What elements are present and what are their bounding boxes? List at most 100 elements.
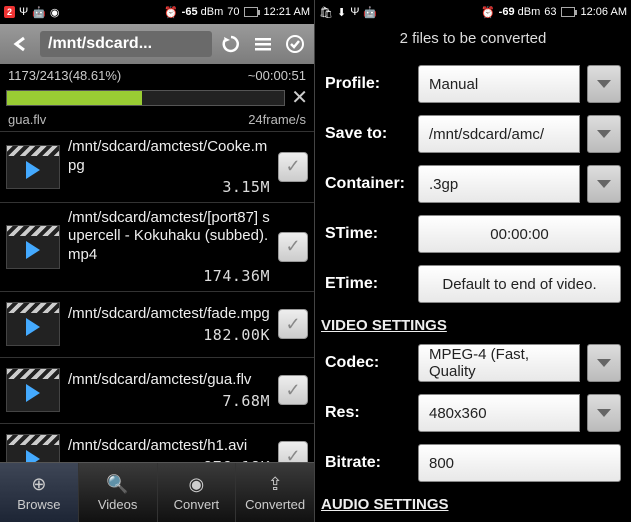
bottom-nav: ⊕ Browse 🔍 Videos ◉ Convert ⇪ Converted [0, 462, 314, 522]
toolbar: /mnt/sdcard... [0, 24, 314, 64]
label-container: Container: [325, 175, 410, 193]
list-item[interactable]: /mnt/sdcard/amctest/gua.flv 7.68M ✓ [0, 357, 314, 423]
usb-icon: Ψ [350, 6, 359, 18]
chevron-down-icon [597, 130, 611, 138]
bitrate-field[interactable]: 800 [418, 444, 621, 482]
nav-convert[interactable]: ◉ Convert [158, 463, 237, 522]
alarm-icon: ⏰ [164, 6, 178, 19]
codec-dropdown-button[interactable] [587, 344, 621, 382]
list-item[interactable]: /mnt/sdcard/amctest/[port87] supercell -… [0, 202, 314, 291]
container-select[interactable]: .3gp [418, 165, 580, 203]
file-checkbox[interactable]: ✓ [278, 375, 308, 405]
file-size: 7.68M [68, 392, 270, 410]
label-codec: Codec: [325, 354, 410, 372]
nav-converted[interactable]: ⇪ Converted [236, 463, 314, 522]
list-item[interactable]: /mnt/sdcard/amctest/fade.mpg 182.00K ✓ [0, 291, 314, 357]
convert-queue-count: 2 files to be converted [315, 24, 631, 59]
progress-bar [6, 90, 285, 106]
battery-icon [244, 7, 260, 17]
status-bar-left: 2 Ψ 🤖 ◉ ⏰ -65 dBm 70 12:21 AM [0, 0, 314, 24]
stime-field[interactable]: 00:00:00 [418, 215, 621, 253]
alarm-icon: ⏰ [481, 6, 495, 19]
converted-icon: ⇪ [268, 474, 283, 495]
res-dropdown-button[interactable] [587, 394, 621, 432]
status-bar-right: 🛍 ⬇ Ψ 🤖 ⏰ -69 dBm 63 12:06 AM [315, 0, 631, 24]
file-path: /mnt/sdcard/amctest/[port87] supercell -… [68, 209, 270, 265]
nav-label: Converted [245, 497, 305, 512]
file-checkbox[interactable]: ✓ [278, 309, 308, 339]
file-size: 3.15M [68, 178, 270, 196]
signal-dbm: -65 [182, 6, 198, 18]
video-thumb-icon [6, 302, 60, 346]
chevron-down-icon [597, 409, 611, 417]
checkmark-icon: ✓ [285, 156, 300, 177]
profile-select[interactable]: Manual [418, 65, 580, 103]
nav-label: Browse [17, 497, 60, 512]
battery-icon [561, 7, 577, 17]
progress-meta: gua.flv 24frame/s [0, 112, 314, 131]
file-size: 174.36M [68, 267, 270, 285]
etime-field[interactable]: Default to end of video. [418, 265, 621, 303]
codec-select[interactable]: MPEG-4 (Fast, Quality [418, 344, 580, 382]
sync-icon: ◉ [50, 6, 60, 19]
file-path: /mnt/sdcard/amctest/fade.mpg [68, 305, 270, 324]
progress-counter: 1173/2413(48.61%) [8, 68, 121, 83]
signal-unit: dBm [201, 6, 224, 18]
back-button[interactable] [6, 30, 34, 58]
label-res: Res: [325, 404, 410, 422]
video-thumb-icon [6, 368, 60, 412]
clock: 12:21 AM [264, 6, 310, 18]
label-profile: Profile: [325, 75, 410, 93]
current-file: gua.flv [8, 112, 46, 127]
convert-icon: ◉ [189, 474, 205, 495]
chevron-down-icon [597, 359, 611, 367]
battery-pct: 70 [227, 6, 239, 18]
refresh-button[interactable] [218, 31, 244, 57]
label-etime: ETime: [325, 275, 410, 293]
video-thumb-icon [6, 225, 60, 269]
signal-dbm: -69 [499, 6, 515, 18]
clock: 12:06 AM [581, 6, 627, 18]
notification-badge: 2 [4, 6, 15, 18]
label-saveto: Save to: [325, 125, 410, 143]
store-icon: 🛍 [319, 6, 333, 19]
progress-info: 1173/2413(48.61%) ~00:00:51 [0, 64, 314, 85]
file-list[interactable]: /mnt/sdcard/amctest/Cooke.mpg 3.15M ✓ /m… [0, 131, 314, 489]
nav-label: Convert [174, 497, 220, 512]
file-path: /mnt/sdcard/amctest/Cooke.mpg [68, 138, 270, 176]
convert-settings-screen: 🛍 ⬇ Ψ 🤖 ⏰ -69 dBm 63 12:06 AM 2 files to… [315, 0, 631, 522]
nav-label: Videos [98, 497, 138, 512]
video-thumb-icon [6, 145, 60, 189]
chevron-down-icon [597, 80, 611, 88]
saveto-dropdown-button[interactable] [587, 115, 621, 153]
res-select[interactable]: 480x360 [418, 394, 580, 432]
nav-videos[interactable]: 🔍 Videos [79, 463, 158, 522]
check-all-button[interactable] [282, 31, 308, 57]
search-icon: 🔍 [106, 474, 128, 495]
path-display[interactable]: /mnt/sdcard... [40, 31, 212, 57]
checkmark-icon: ✓ [285, 314, 300, 335]
profile-dropdown-button[interactable] [587, 65, 621, 103]
file-checkbox[interactable]: ✓ [278, 152, 308, 182]
label-bitrate: Bitrate: [325, 454, 410, 472]
android-icon: 🤖 [32, 6, 46, 19]
nav-browse[interactable]: ⊕ Browse [0, 463, 79, 522]
file-size: 182.00K [68, 326, 270, 344]
file-checkbox[interactable]: ✓ [278, 232, 308, 262]
list-item[interactable]: /mnt/sdcard/amctest/Cooke.mpg 3.15M ✓ [0, 131, 314, 202]
browse-icon: ⊕ [31, 474, 46, 495]
battery-pct: 63 [544, 6, 556, 18]
audio-settings-header: AUDIO SETTINGS [315, 488, 631, 517]
label-stime: STime: [325, 225, 410, 243]
video-settings-header: VIDEO SETTINGS [315, 309, 631, 338]
chevron-down-icon [597, 180, 611, 188]
saveto-field[interactable]: /mnt/sdcard/amc/ [418, 115, 580, 153]
download-icon: ⬇ [337, 6, 346, 19]
file-path: /mnt/sdcard/amctest/gua.flv [68, 371, 270, 390]
container-dropdown-button[interactable] [587, 165, 621, 203]
progress-eta: ~00:00:51 [248, 68, 306, 83]
fps-display: 24frame/s [248, 112, 306, 127]
android-icon: 🤖 [363, 6, 377, 19]
menu-button[interactable] [250, 31, 276, 57]
cancel-progress-button[interactable]: ✕ [291, 85, 308, 110]
